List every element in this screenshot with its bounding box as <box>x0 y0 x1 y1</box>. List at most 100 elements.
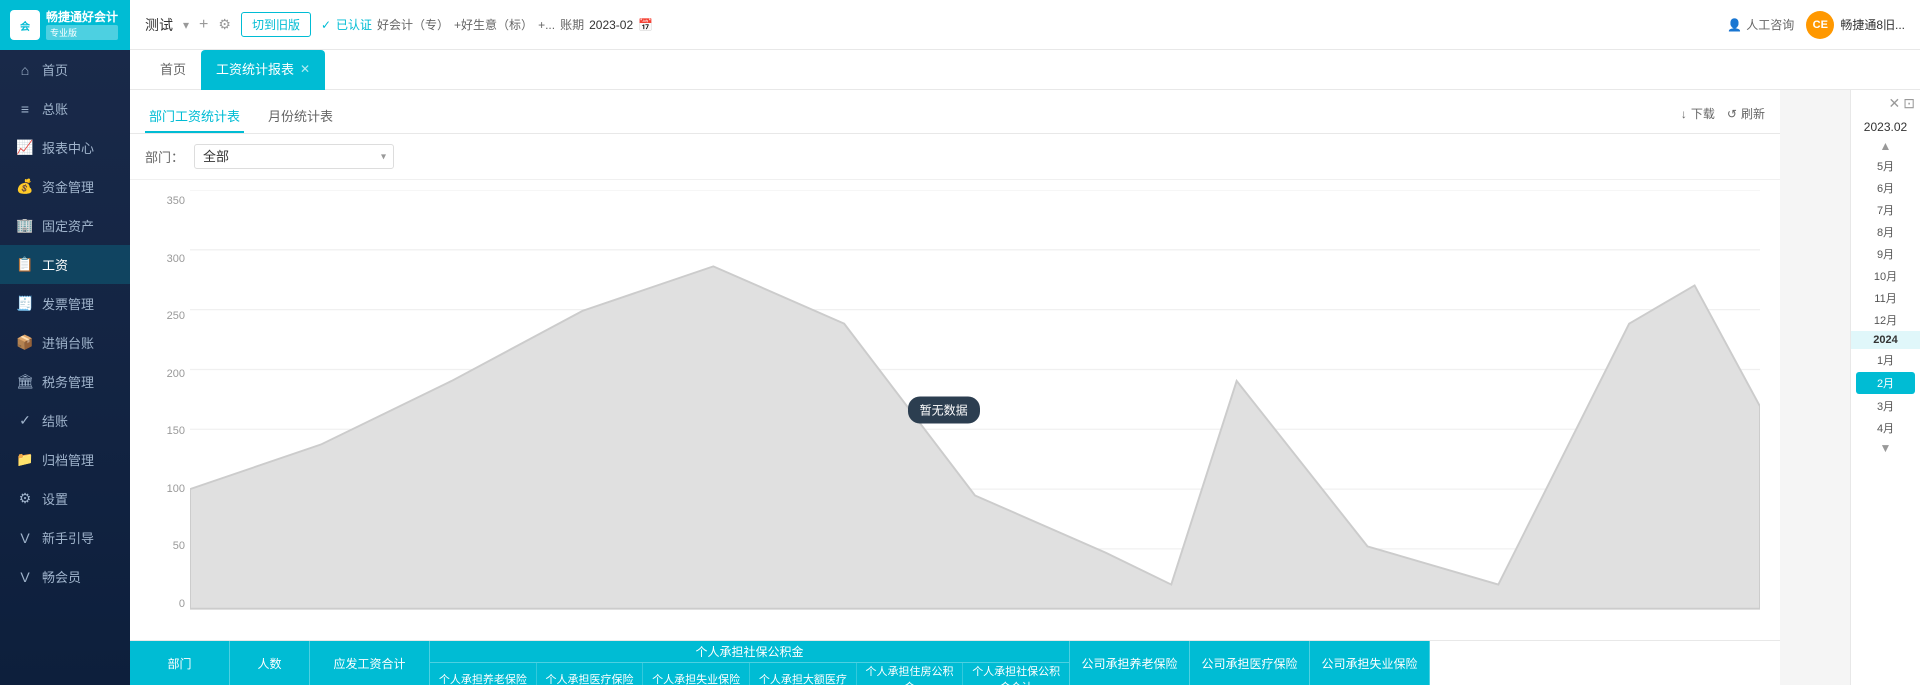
sidebar: 会 畅捷通好会计 专业版 ⌂ 首页 ≡ 总账 📈 报表中心 💰 资金管理 🏢 固… <box>0 0 130 685</box>
y-label-150: 150 <box>150 425 190 437</box>
sidebar-item-general-ledger[interactable]: ≡ 总账 <box>0 89 130 128</box>
help-button[interactable]: 👤 人工咨询 <box>1727 16 1794 33</box>
month-3[interactable]: 3月 <box>1851 395 1920 417</box>
sidebar-item-salary[interactable]: 📋 工资 <box>0 245 130 284</box>
period-value: 2023-02 <box>589 18 633 32</box>
sidebar-item-invoice[interactable]: 🧾 发票管理 <box>0 284 130 323</box>
sidebar-item-finance[interactable]: 💰 资金管理 <box>0 167 130 206</box>
sidebar-item-member[interactable]: V 畅会员 <box>0 557 130 596</box>
topbar-right: 👤 人工咨询 CE 畅捷通8旧... <box>1727 11 1905 39</box>
th-company-medical: 公司承担医疗保险 <box>1190 641 1310 685</box>
sidebar-item-label: 报表中心 <box>42 138 94 157</box>
sidebar-item-tax[interactable]: 🏛 税务管理 <box>0 362 130 401</box>
certified-icon: ✓ <box>321 18 331 32</box>
period-label: 账期 <box>560 16 584 33</box>
nav-up-button[interactable]: ▲ <box>1880 137 1892 155</box>
sidebar-item-archive[interactable]: 📁 归档管理 <box>0 440 130 479</box>
table-header-row: 部门 人数 应发工资合计 个人承担社保公积金 个人承担养老保险 <box>130 640 1780 685</box>
month-nav: ▲ 5月 6月 7月 8月 9月 10月 11月 12月 2024 1月 2月 … <box>1851 137 1920 457</box>
month-11[interactable]: 11月 <box>1851 287 1920 309</box>
department-select[interactable]: 全部 部门1 部门2 <box>194 144 394 169</box>
right-panel: ✕ ⊡ 2023.02 ▲ 5月 6月 7月 8月 9月 10月 11月 12月… <box>1850 90 1920 685</box>
table-headers: 部门 人数 应发工资合计 个人承担社保公积金 个人承担养老保险 <box>130 641 1780 685</box>
right-panel-header: ✕ ⊡ <box>1851 90 1920 117</box>
assets-icon: 🏢 <box>16 217 34 235</box>
th-housing-fund: 个人承担住房公积金 <box>857 663 964 685</box>
sidebar-item-label: 首页 <box>42 60 68 79</box>
finance-icon: 💰 <box>16 178 34 196</box>
tax-icon: 🏛 <box>16 373 34 391</box>
project-dropdown[interactable]: ▾ <box>183 18 189 32</box>
sidebar-item-label: 结账 <box>42 411 68 430</box>
y-label-0: 0 <box>150 598 190 610</box>
th-major-medical: 个人承担大额医疗 <box>750 663 857 685</box>
y-label-250: 250 <box>150 310 190 322</box>
th-group-personal-social: 个人承担社保公积金 个人承担养老保险 个人承担医疗保险 个人承担失业保险 <box>430 641 1070 685</box>
main-body: 部门工资统计表 月份统计表 ↓ 下载 ↺ 刷新 <box>130 90 1920 685</box>
chart-svg-container: 暂无数据 <box>190 190 1760 630</box>
add-button[interactable]: + <box>199 16 208 34</box>
settings-button[interactable]: ⚙ <box>218 16 231 33</box>
sidebar-item-home[interactable]: ⌂ 首页 <box>0 50 130 89</box>
sidebar-item-reports[interactable]: 📈 报表中心 <box>0 128 130 167</box>
department-filter[interactable]: 全部 部门1 部门2 ▾ <box>194 144 394 169</box>
tab-salary-report[interactable]: 工资统计报表 ✕ <box>201 50 325 90</box>
month-2-active[interactable]: 2月 <box>1856 372 1915 394</box>
more-label: +... <box>538 18 555 32</box>
month-7[interactable]: 7月 <box>1851 199 1920 221</box>
user-button[interactable]: CE 畅捷通8旧... <box>1806 11 1905 39</box>
tabbar: 首页 工资统计报表 ✕ <box>130 50 1920 90</box>
th-company-pension: 公司承担养老保险 <box>1070 641 1190 685</box>
purchase-sale-icon: 📦 <box>16 334 34 352</box>
tab-department-salary[interactable]: 部门工资统计表 <box>145 100 244 133</box>
sidebar-item-purchase-sale[interactable]: 📦 进销台账 <box>0 323 130 362</box>
sidebar-item-guide[interactable]: V 新手引导 <box>0 518 130 557</box>
certified-label: 已认证 <box>336 16 372 33</box>
refresh-button[interactable]: ↺ 刷新 <box>1727 105 1765 122</box>
reports-icon: 📈 <box>16 139 34 157</box>
th-unemployment: 个人承担失业保险 <box>643 663 750 685</box>
month-10[interactable]: 10月 <box>1851 265 1920 287</box>
filter-bar: 部门： 全部 部门1 部门2 ▾ <box>130 134 1780 180</box>
sidebar-item-closing[interactable]: ✓ 结账 <box>0 401 130 440</box>
app-logo: 会 畅捷通好会计 专业版 <box>0 0 130 50</box>
filter-label: 部门： <box>145 147 184 166</box>
month-6[interactable]: 6月 <box>1851 177 1920 199</box>
calendar-icon[interactable]: 📅 <box>638 18 653 32</box>
logo-text: 畅捷通好会计 <box>46 10 118 26</box>
tab-home[interactable]: 首页 <box>145 50 201 90</box>
sidebar-item-label: 归档管理 <box>42 450 94 469</box>
month-4[interactable]: 4月 <box>1851 417 1920 439</box>
sidebar-item-label: 资金管理 <box>42 177 94 196</box>
tab-monthly[interactable]: 月份统计表 <box>264 100 337 133</box>
month-1[interactable]: 1月 <box>1851 349 1920 371</box>
th-headcount: 人数 <box>230 641 310 685</box>
month-9[interactable]: 9月 <box>1851 243 1920 265</box>
main-area: 测试 ▾ + ⚙ 切到旧版 ✓ 已认证 好会计（专） +好生意（标） +... … <box>130 0 1920 685</box>
accounting-label: 好会计（专） <box>377 16 449 33</box>
sidebar-item-settings[interactable]: ⚙ 设置 <box>0 479 130 518</box>
sidebar-item-assets[interactable]: 🏢 固定资产 <box>0 206 130 245</box>
business-label: +好生意（标） <box>454 16 533 33</box>
refresh-icon: ↺ <box>1727 107 1737 121</box>
th-pension: 个人承担养老保险 <box>430 663 537 685</box>
ledger-icon: ≡ <box>16 100 34 118</box>
th-company-unemployment: 公司承担失业保险 <box>1310 641 1430 685</box>
nav-down-button[interactable]: ▼ <box>1880 439 1892 457</box>
download-button[interactable]: ↓ 下载 <box>1681 105 1715 122</box>
sidebar-item-label: 设置 <box>42 489 68 508</box>
sidebar-item-label: 总账 <box>42 99 68 118</box>
month-8[interactable]: 8月 <box>1851 221 1920 243</box>
salary-icon: 📋 <box>16 256 34 274</box>
expand-panel-button[interactable]: ⊡ <box>1903 95 1915 112</box>
project-name: 测试 <box>145 15 173 35</box>
month-12[interactable]: 12月 <box>1851 309 1920 331</box>
switch-version-button[interactable]: 切到旧版 <box>241 12 311 37</box>
tab-close-button[interactable]: ✕ <box>300 62 310 76</box>
close-panel-button[interactable]: ✕ <box>1889 95 1901 112</box>
sidebar-item-label: 新手引导 <box>42 528 94 547</box>
sidebar-item-label: 发票管理 <box>42 294 94 313</box>
month-5[interactable]: 5月 <box>1851 155 1920 177</box>
th-group-subs: 个人承担养老保险 个人承担医疗保险 个人承担失业保险 个人承担大额医疗 <box>430 663 1069 685</box>
refresh-label: 刷新 <box>1741 105 1765 122</box>
